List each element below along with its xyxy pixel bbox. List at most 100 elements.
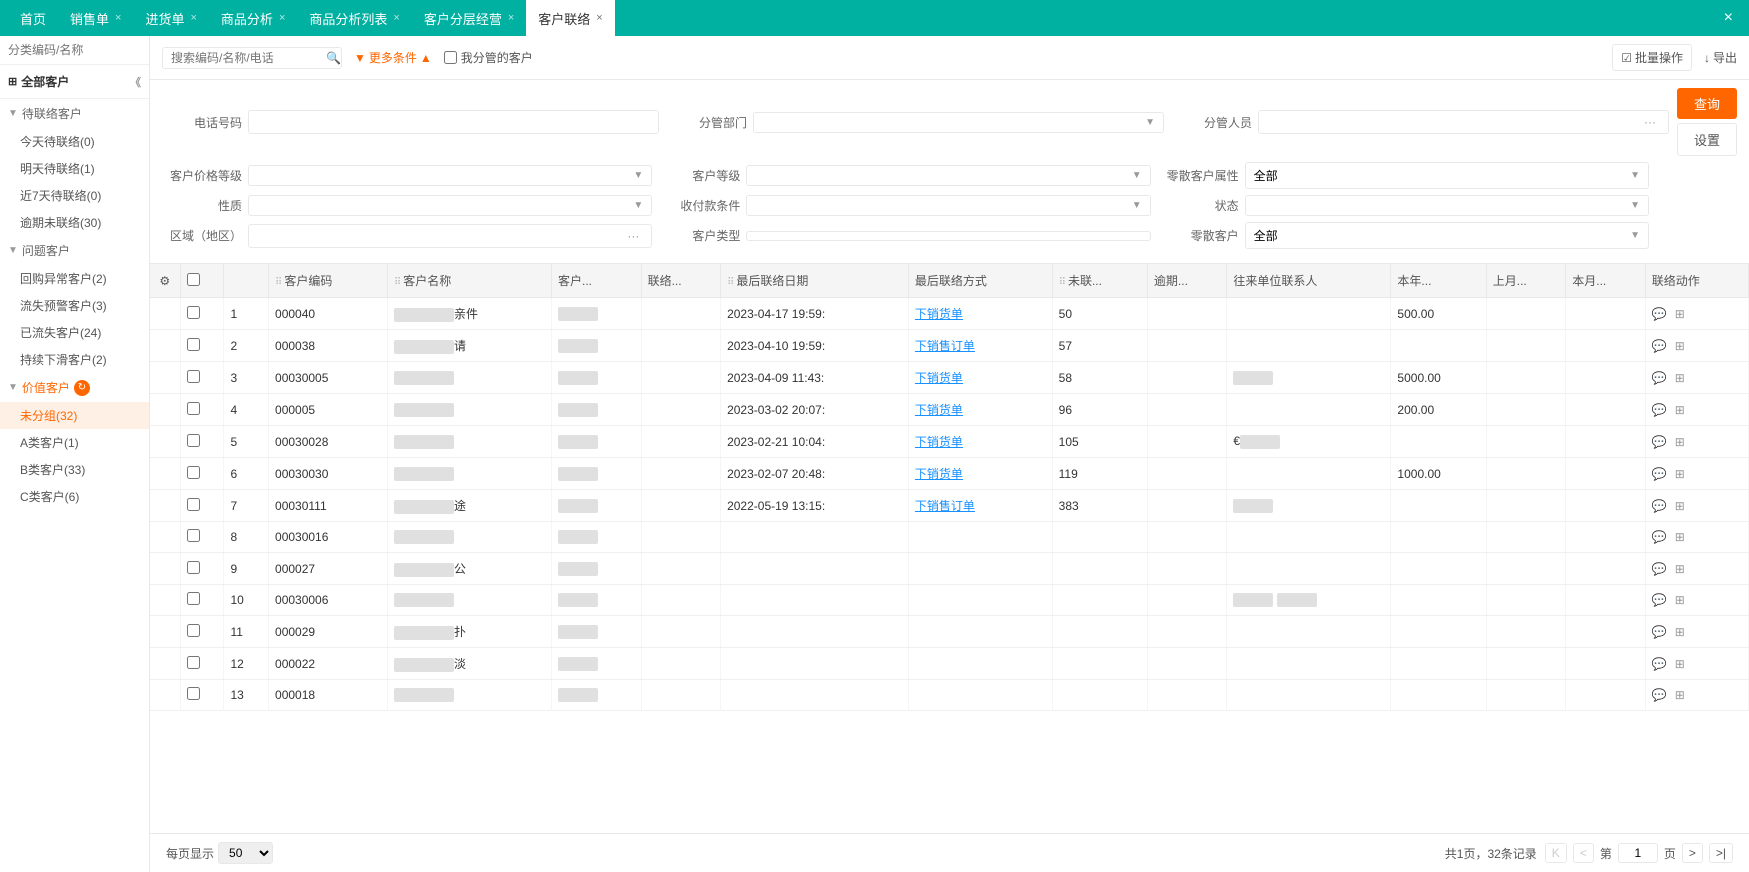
last-method-link[interactable]: 下销售订单 (915, 339, 975, 353)
td-checkbox[interactable] (180, 648, 224, 680)
nav-home[interactable]: 首页 (8, 9, 58, 28)
customer-level-select[interactable]: ▼ (746, 165, 1150, 186)
nav-tab-客户联络[interactable]: 客户联络 × (526, 0, 614, 36)
person-dots[interactable]: ··· (1640, 115, 1660, 129)
status-select[interactable]: ▼ (1245, 195, 1649, 216)
chat-action-icon[interactable]: 💬 (1652, 339, 1667, 353)
td-checkbox[interactable] (180, 680, 224, 711)
row-checkbox[interactable] (187, 466, 200, 479)
tab-close-icon[interactable]: × (190, 12, 196, 24)
chat-action-icon[interactable]: 💬 (1652, 657, 1667, 671)
nav-tab-商品分析列表[interactable]: 商品分析列表 × (297, 0, 411, 36)
window-close-button[interactable]: × (1716, 9, 1741, 27)
th-last-date[interactable]: ⠿最后联络日期 (721, 264, 909, 298)
grid-action-icon[interactable]: ⊞ (1675, 371, 1685, 385)
grid-action-icon[interactable]: ⊞ (1675, 467, 1685, 481)
prev-page-btn[interactable]: < (1573, 843, 1594, 863)
retail-customer-select[interactable]: 全部 ▼ (1245, 222, 1649, 249)
last-method-link[interactable]: 下销货单 (915, 467, 963, 481)
sidebar-pending-section[interactable]: ▼ 待联络客户 (0, 99, 149, 128)
nav-tab-进货单[interactable]: 进货单 × (133, 0, 208, 36)
grid-action-icon[interactable]: ⊞ (1675, 657, 1685, 671)
phone-input[interactable] (248, 110, 659, 134)
chat-action-icon[interactable]: 💬 (1652, 625, 1667, 639)
last-method-link[interactable]: 下销货单 (915, 371, 963, 385)
td-checkbox[interactable] (180, 298, 224, 330)
td-checkbox[interactable] (180, 394, 224, 426)
grid-action-icon[interactable]: ⊞ (1675, 625, 1685, 639)
query-btn[interactable]: 查询 (1677, 88, 1737, 119)
sidebar-problem-item[interactable]: 已流失客户(24) (0, 319, 149, 346)
export-btn[interactable]: ↓ 导出 (1704, 49, 1737, 66)
batch-ops-btn[interactable]: ☑ 批量操作 (1612, 44, 1692, 71)
sidebar-problem-item[interactable]: 持续下滑客户(2) (0, 346, 149, 373)
sidebar-search-input[interactable] (8, 43, 150, 57)
td-checkbox[interactable] (180, 490, 224, 522)
chat-action-icon[interactable]: 💬 (1652, 499, 1667, 513)
sidebar-all-customers[interactable]: ⊞ 全部客户 《 (0, 65, 149, 99)
chat-action-icon[interactable]: 💬 (1652, 307, 1667, 321)
row-checkbox[interactable] (187, 498, 200, 511)
tab-close-icon[interactable]: × (596, 12, 602, 24)
sidebar-pending-item[interactable]: 今天待联络(0) (0, 128, 149, 155)
td-checkbox[interactable] (180, 553, 224, 585)
customer-type-select[interactable] (746, 231, 1150, 241)
last-method-link[interactable]: 下销货单 (915, 307, 963, 321)
region-select[interactable]: ··· (248, 224, 652, 248)
chat-action-icon[interactable]: 💬 (1652, 530, 1667, 544)
dept-select[interactable]: ▼ (753, 112, 1164, 133)
td-checkbox[interactable] (180, 616, 224, 648)
chat-action-icon[interactable]: 💬 (1652, 403, 1667, 417)
next-page-btn[interactable]: > (1682, 843, 1703, 863)
sidebar-problem-section[interactable]: ▼ 问题客户 (0, 236, 149, 265)
my-customers-checkbox[interactable]: 我分管的客户 (444, 49, 533, 66)
nav-tab-商品分析[interactable]: 商品分析 × (209, 0, 297, 36)
first-page-btn[interactable]: K (1545, 843, 1567, 863)
row-checkbox[interactable] (187, 624, 200, 637)
grid-action-icon[interactable]: ⊞ (1675, 530, 1685, 544)
person-select[interactable]: ··· (1258, 110, 1669, 134)
page-size-select[interactable]: 50 20 100 (218, 842, 273, 864)
chat-action-icon[interactable]: 💬 (1652, 435, 1667, 449)
grid-action-icon[interactable]: ⊞ (1675, 307, 1685, 321)
sidebar-problem-item[interactable]: 流失预警客户(3) (0, 292, 149, 319)
td-checkbox[interactable] (180, 362, 224, 394)
grid-action-icon[interactable]: ⊞ (1675, 499, 1685, 513)
last-method-link[interactable]: 下销货单 (915, 435, 963, 449)
tab-close-icon[interactable]: × (279, 12, 285, 24)
grid-action-icon[interactable]: ⊞ (1675, 339, 1685, 353)
row-checkbox[interactable] (187, 656, 200, 669)
sidebar-value-item[interactable]: 未分组(32) (0, 402, 149, 429)
td-checkbox[interactable] (180, 426, 224, 458)
td-checkbox[interactable] (180, 585, 224, 616)
row-checkbox[interactable] (187, 338, 200, 351)
gender-select[interactable]: ▼ (248, 195, 652, 216)
filter-more-btn[interactable]: ▼ 更多条件 ▲ (354, 49, 432, 66)
sidebar-problem-item[interactable]: 回购异常客户(2) (0, 265, 149, 292)
sidebar-value-item[interactable]: A类客户(1) (0, 429, 149, 456)
last-method-link[interactable]: 下销售订单 (915, 499, 975, 513)
row-checkbox[interactable] (187, 529, 200, 542)
row-checkbox[interactable] (187, 306, 200, 319)
tab-close-icon[interactable]: × (393, 12, 399, 24)
chat-action-icon[interactable]: 💬 (1652, 562, 1667, 576)
th-code[interactable]: ⠿客户编码 (269, 264, 388, 298)
last-method-link[interactable]: 下销货单 (915, 403, 963, 417)
sidebar-value-item[interactable]: B类客户(33) (0, 456, 149, 483)
sidebar-pending-item[interactable]: 近7天待联络(0) (0, 182, 149, 209)
retail-attr-select[interactable]: 全部 ▼ (1245, 162, 1649, 189)
row-checkbox[interactable] (187, 561, 200, 574)
chat-action-icon[interactable]: 💬 (1652, 371, 1667, 385)
td-checkbox[interactable] (180, 522, 224, 553)
grid-action-icon[interactable]: ⊞ (1675, 435, 1685, 449)
page-input[interactable] (1618, 843, 1658, 863)
nav-tab-客户分层经营[interactable]: 客户分层经营 × (412, 0, 526, 36)
grid-action-icon[interactable]: ⊞ (1675, 562, 1685, 576)
price-level-select[interactable]: ▼ (248, 165, 652, 186)
sidebar-value-section[interactable]: ▼ 价值客户 ↻ (0, 373, 149, 402)
row-checkbox[interactable] (187, 592, 200, 605)
payment-select[interactable]: ▼ (746, 195, 1150, 216)
my-customers-check[interactable] (444, 51, 457, 64)
row-checkbox[interactable] (187, 434, 200, 447)
chat-action-icon[interactable]: 💬 (1652, 467, 1667, 481)
